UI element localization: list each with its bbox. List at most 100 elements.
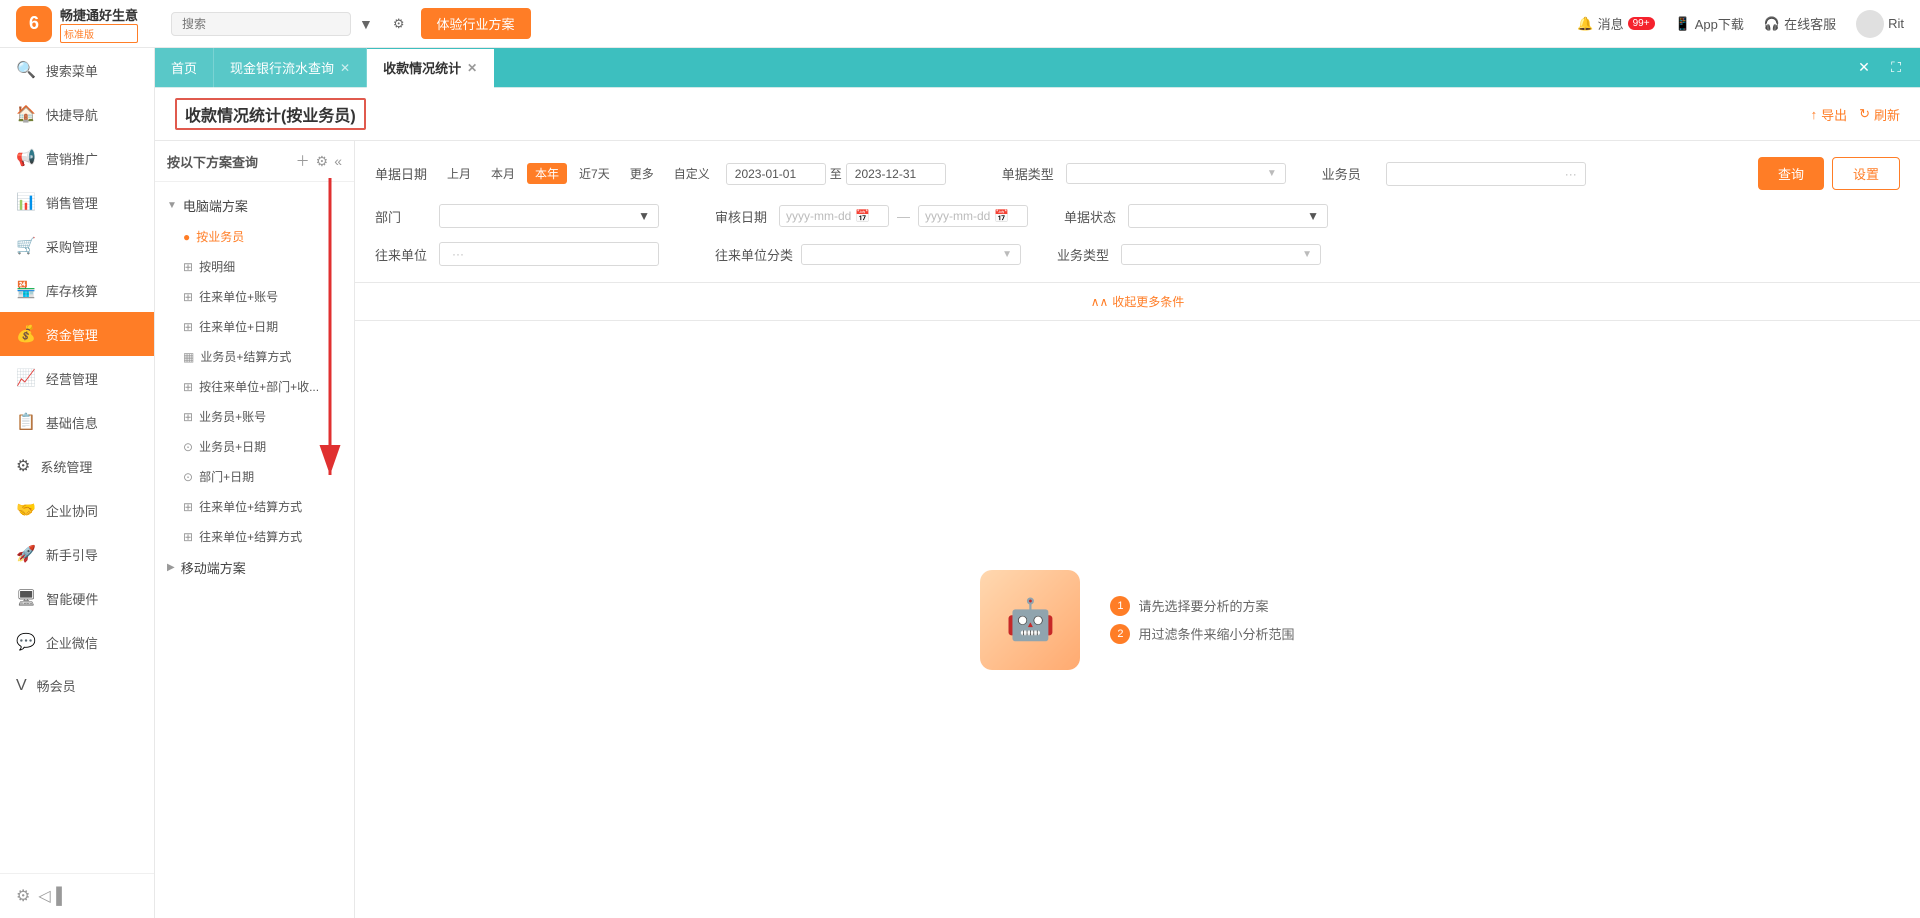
scheme-settings-button[interactable]: ⚙ bbox=[316, 151, 329, 171]
doc-status-field: 单据状态 ▼ bbox=[1064, 204, 1328, 228]
tab-payment-stats-label: 收款情况统计 bbox=[383, 58, 461, 77]
sidebar-item-beginner[interactable]: 🚀 新手引导 bbox=[0, 532, 154, 576]
sidebar-item-basic-info[interactable]: 📋 基础信息 bbox=[0, 400, 154, 444]
add-scheme-button[interactable]: ＋ bbox=[296, 151, 310, 171]
settings-bottom-icon[interactable]: ⚙ bbox=[16, 886, 30, 906]
sidebar-item-smart-hardware[interactable]: 🖥 智能硬件 bbox=[0, 576, 154, 620]
sidebar-item-quick-nav[interactable]: 🏠 快捷导航 bbox=[0, 92, 154, 136]
tab-payment-stats-close-icon[interactable]: ✕ bbox=[467, 61, 477, 75]
date-tab-this-month[interactable]: 本月 bbox=[483, 163, 523, 184]
date-start-input[interactable] bbox=[726, 163, 826, 185]
left-panel-header: 按以下方案查询 ＋ ⚙ « bbox=[155, 141, 354, 182]
online-service-item[interactable]: 🎧 在线客服 bbox=[1764, 14, 1836, 33]
scheme-item-2[interactable]: ⊞ 往来单位+账号 bbox=[171, 282, 350, 311]
smart-hardware-icon: 🖥 bbox=[16, 588, 36, 608]
scheme-item-label-9: 往来单位+结算方式 bbox=[199, 498, 302, 515]
sidebar-bottom: ⚙ ◁▐ bbox=[0, 873, 154, 918]
scheme-group-mobile: ▶ 移动端方案 bbox=[155, 552, 354, 583]
date-tab-this-year[interactable]: 本年 bbox=[527, 163, 567, 184]
scheme-item-7[interactable]: ⊙ 业务员+日期 bbox=[171, 432, 350, 461]
sidebar-item-search-menu[interactable]: 🔍 搜索菜单 bbox=[0, 48, 154, 92]
query-button[interactable]: 查询 bbox=[1758, 157, 1824, 190]
date-range: 至 bbox=[726, 163, 946, 185]
tab-close-all-icon[interactable]: ✕ bbox=[1852, 56, 1876, 80]
collapse-conditions-button[interactable]: ∧∧ 收起更多条件 bbox=[355, 283, 1920, 321]
sidebar-label-finance: 资金管理 bbox=[46, 325, 98, 344]
scheme-item-0[interactable]: ● 按业务员 bbox=[171, 222, 350, 251]
sidebar-item-wechat[interactable]: 💬 企业微信 bbox=[0, 620, 154, 664]
scheme-item-label-10: 往来单位+结算方式 bbox=[199, 528, 302, 545]
scheme-item-3[interactable]: ⊞ 往来单位+日期 bbox=[171, 312, 350, 341]
sidebar-item-purchase[interactable]: 🛒 采购管理 bbox=[0, 224, 154, 268]
export-icon: ↑ bbox=[1811, 107, 1818, 122]
sidebar-label-warehouse: 库存核算 bbox=[46, 281, 98, 300]
salesperson-more-icon[interactable]: ··· bbox=[1565, 167, 1577, 181]
vip-icon: V bbox=[16, 677, 27, 695]
scheme-item-5[interactable]: ⊞ 按往来单位+部门+收... bbox=[171, 372, 350, 401]
collapse-left-panel-button[interactable]: « bbox=[334, 151, 342, 171]
app-download-item[interactable]: 📱 App下载 bbox=[1675, 14, 1744, 33]
scheme-item-label-5: 按往来单位+部门+收... bbox=[199, 378, 319, 395]
collapse-label: 收起更多条件 bbox=[1112, 293, 1184, 310]
sidebar-item-operations[interactable]: 📈 经营管理 bbox=[0, 356, 154, 400]
scheme-item-6[interactable]: ⊞ 业务员+账号 bbox=[171, 402, 350, 431]
date-tab-last-month[interactable]: 上月 bbox=[439, 163, 479, 184]
search-dropdown-icon[interactable]: ▼ bbox=[359, 16, 373, 32]
scheme-group-mobile-header[interactable]: ▶ 移动端方案 bbox=[155, 552, 354, 583]
tab-maximize-icon[interactable]: ⛶ bbox=[1884, 56, 1908, 80]
scheme-item-9[interactable]: ⊞ 往来单位+结算方式 bbox=[171, 492, 350, 521]
scheme-item-8[interactable]: ⊙ 部门+日期 bbox=[171, 462, 350, 491]
audit-date-label: 审核日期 bbox=[715, 207, 771, 226]
user-item[interactable]: Rit bbox=[1856, 10, 1904, 38]
partner-input[interactable]: ··· bbox=[439, 242, 659, 266]
collapse-sidebar-icon[interactable]: ◁▐ bbox=[38, 886, 62, 906]
sidebar-item-finance[interactable]: 💰 资金管理 bbox=[0, 312, 154, 356]
tab-home[interactable]: 首页 bbox=[155, 48, 214, 88]
sidebar-item-enterprise[interactable]: 🤝 企业协同 bbox=[0, 488, 154, 532]
app-name: 畅捷通好生意 bbox=[60, 5, 138, 24]
sidebar-item-system[interactable]: ⚙ 系统管理 bbox=[0, 444, 154, 488]
dept-arrow-icon: ▼ bbox=[638, 209, 650, 223]
sidebar-item-marketing[interactable]: 📢 营销推广 bbox=[0, 136, 154, 180]
header-search-input[interactable] bbox=[171, 12, 351, 36]
salesperson-select[interactable]: ··· bbox=[1386, 162, 1586, 186]
scheme-icon-10: ⊞ bbox=[183, 530, 193, 544]
step-1-number: 1 bbox=[1110, 596, 1130, 616]
dept-select[interactable]: ▼ bbox=[439, 204, 659, 228]
tab-bank-flow[interactable]: 现金银行流水查询 ✕ bbox=[214, 48, 367, 88]
scheme-icon-8: ⊙ bbox=[183, 470, 193, 484]
date-tab-more[interactable]: 更多 bbox=[622, 163, 662, 184]
trial-button[interactable]: 体验行业方案 bbox=[421, 8, 531, 39]
marketing-icon: 📢 bbox=[16, 148, 36, 168]
settings-button[interactable]: 设置 bbox=[1832, 157, 1900, 190]
tab-payment-stats[interactable]: 收款情况统计 ✕ bbox=[367, 49, 494, 89]
date-tab-custom[interactable]: 自定义 bbox=[666, 163, 718, 184]
operations-icon: 📈 bbox=[16, 368, 36, 388]
doc-status-select[interactable]: ▼ bbox=[1128, 204, 1328, 228]
date-end-input[interactable] bbox=[846, 163, 946, 185]
audit-start-input[interactable]: yyyy-mm-dd 📅 bbox=[779, 205, 889, 227]
scheme-item-4[interactable]: ▦ 业务员+结算方式 bbox=[171, 342, 350, 371]
doc-type-select[interactable]: ▼ bbox=[1066, 163, 1286, 184]
tab-bank-flow-close-icon[interactable]: ✕ bbox=[340, 61, 350, 75]
export-button[interactable]: ↑ 导出 bbox=[1811, 105, 1848, 124]
header-settings-icon[interactable]: ⚙ bbox=[393, 16, 405, 32]
audit-end-input[interactable]: yyyy-mm-dd 📅 bbox=[918, 205, 1028, 227]
scheme-icon-6: ⊞ bbox=[183, 410, 193, 424]
scheme-item-1[interactable]: ⊞ 按明细 bbox=[171, 252, 350, 281]
partner-more-icon[interactable]: ··· bbox=[452, 247, 464, 261]
sidebar-item-warehouse[interactable]: 🏪 库存核算 bbox=[0, 268, 154, 312]
messages-item[interactable]: 🔔 消息 99+ bbox=[1577, 14, 1654, 33]
messages-badge: 99+ bbox=[1628, 17, 1655, 30]
scheme-item-10[interactable]: ⊞ 往来单位+结算方式 bbox=[171, 522, 350, 551]
partner-category-select[interactable]: ▼ bbox=[801, 244, 1021, 265]
scheme-group-desktop-header[interactable]: ▼ 电脑端方案 bbox=[155, 190, 354, 221]
refresh-button[interactable]: ↻ 刷新 bbox=[1859, 105, 1900, 124]
left-panel-title: 按以下方案查询 bbox=[167, 152, 258, 171]
sidebar-item-sales[interactable]: 📊 销售管理 bbox=[0, 180, 154, 224]
scheme-list-desktop: ● 按业务员 ⊞ 按明细 ⊞ 往来单位+账号 bbox=[155, 222, 354, 551]
biz-type-select[interactable]: ▼ bbox=[1121, 244, 1321, 265]
page-header-right: ↑ 导出 ↻ 刷新 bbox=[1811, 105, 1900, 124]
sidebar-item-vip[interactable]: V 畅会员 bbox=[0, 664, 154, 707]
date-tab-last-7[interactable]: 近7天 bbox=[571, 163, 618, 184]
